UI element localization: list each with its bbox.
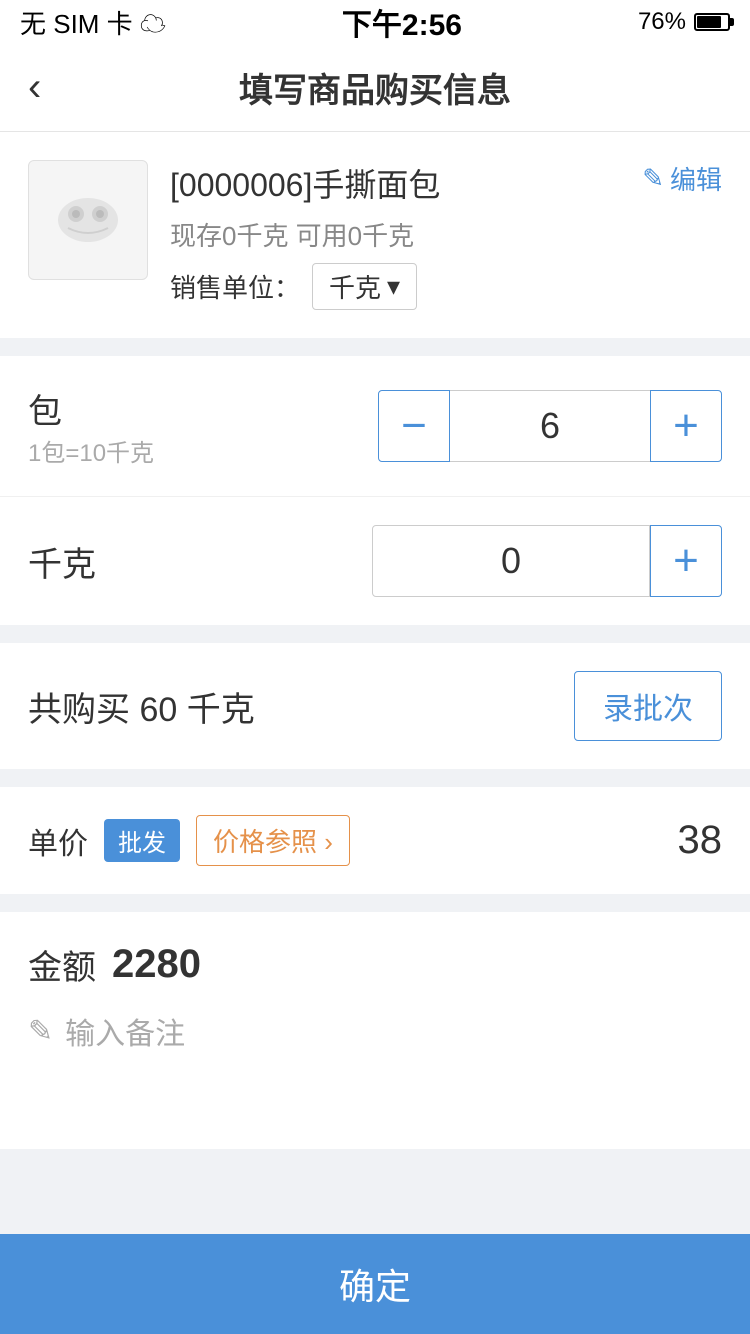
bag-label: 包 <box>28 384 188 433</box>
status-signal: 无 SIM 卡 ☁ <box>20 4 166 41</box>
unit-value: 千克 <box>329 268 381 305</box>
edit-icon: ✎ <box>642 163 664 194</box>
chevron-down-icon: ▾ <box>387 271 400 302</box>
price-value: 38 <box>678 818 723 863</box>
product-name: [0000006]手撕面包 <box>170 160 440 206</box>
bag-label-wrap: 包 1包=10千克 <box>28 384 188 468</box>
amount-value: 2280 <box>112 942 201 987</box>
amount-label: 金额 <box>28 940 96 989</box>
status-bar: 无 SIM 卡 ☁ 下午2:56 76% <box>0 0 750 44</box>
confirm-label: 确定 <box>339 1258 411 1310</box>
amount-row: 金额 2280 <box>28 940 722 989</box>
edit-label: 编辑 <box>670 160 722 197</box>
battery-percent: 76% <box>638 8 686 36</box>
product-unit-row: 销售单位： 千克 ▾ <box>170 263 722 310</box>
remark-row[interactable]: ✎ 输入备注 <box>28 1009 722 1053</box>
back-button[interactable]: ‹ <box>28 65 41 110</box>
batch-button[interactable]: 录批次 <box>574 671 722 741</box>
bag-plus-button[interactable]: + <box>650 390 722 462</box>
spacer <box>0 1167 750 1235</box>
product-card: [0000006]手撕面包 ✎ 编辑 现存0千克 可用0千克 销售单位： 千克 … <box>0 132 750 338</box>
kg-controls: + <box>372 525 722 597</box>
status-battery-area: 76% <box>638 8 730 36</box>
price-tag: 批发 <box>104 819 180 862</box>
bag-minus-button[interactable]: − <box>378 390 450 462</box>
nav-bar: ‹ 填写商品购买信息 <box>0 44 750 132</box>
edit-button[interactable]: ✎ 编辑 <box>642 160 722 197</box>
product-stock: 现存0千克 可用0千克 <box>170 216 722 253</box>
kg-plus-button[interactable]: + <box>650 525 722 597</box>
bag-quantity-input[interactable] <box>450 390 650 462</box>
unit-select[interactable]: 千克 ▾ <box>312 263 417 310</box>
confirm-button[interactable]: 确定 <box>0 1234 750 1334</box>
price-row: 单价 批发 价格参照 › 38 <box>28 815 722 866</box>
product-image <box>48 190 128 250</box>
unit-label: 销售单位： <box>170 268 300 305</box>
bag-input-row: 包 1包=10千克 − + <box>0 356 750 497</box>
kg-label: 千克 <box>28 537 188 586</box>
amount-section: 金额 2280 ✎ 输入备注 <box>0 912 750 1149</box>
kg-input-row: 千克 + <box>0 497 750 625</box>
pencil-icon: ✎ <box>28 1014 53 1049</box>
kg-label-wrap: 千克 <box>28 537 188 586</box>
summary-row: 共购买 60 千克 录批次 <box>0 643 750 769</box>
bag-hint: 1包=10千克 <box>28 433 188 468</box>
bag-controls: − + <box>378 390 722 462</box>
price-label: 单价 <box>28 819 88 863</box>
battery-icon <box>694 13 730 31</box>
page-title: 填写商品购买信息 <box>239 63 511 112</box>
product-thumbnail <box>28 160 148 280</box>
remark-placeholder: 输入备注 <box>65 1009 185 1053</box>
product-info: [0000006]手撕面包 ✎ 编辑 现存0千克 可用0千克 销售单位： 千克 … <box>170 160 722 310</box>
price-section: 单价 批发 价格参照 › 38 <box>0 787 750 894</box>
kg-quantity-input[interactable] <box>372 525 650 597</box>
input-section: 包 1包=10千克 − + 千克 + <box>0 356 750 625</box>
summary-text: 共购买 60 千克 <box>28 682 255 731</box>
status-time: 下午2:56 <box>342 0 462 44</box>
price-ref-button[interactable]: 价格参照 › <box>196 815 350 866</box>
